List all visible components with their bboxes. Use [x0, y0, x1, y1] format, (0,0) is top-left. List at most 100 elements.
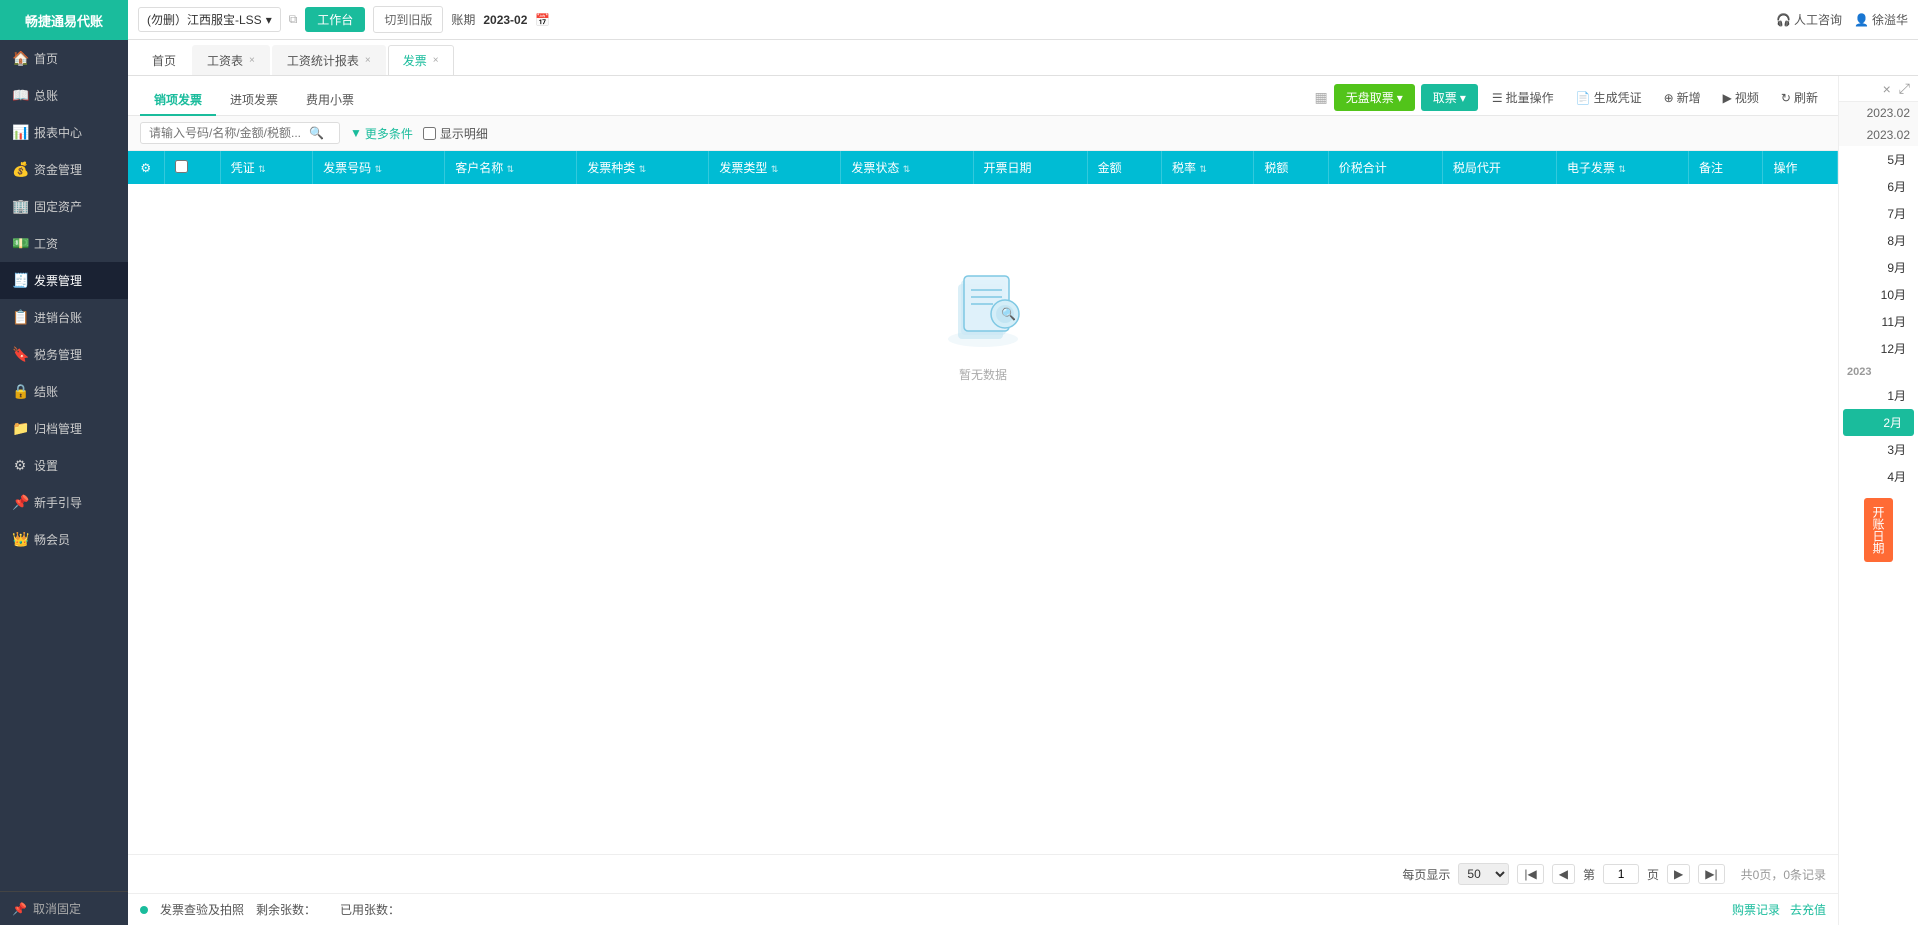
date-panel: × ⤢ 2023.02 2023.02 5月 6月 7月 8月 9月 10月 1… — [1838, 76, 1918, 925]
show-detail-checkbox-label[interactable]: 显示明细 — [423, 125, 488, 142]
panel-expand-button[interactable]: ⤢ — [1897, 80, 1912, 97]
sidebar: 畅捷通易代账 🏠 首页 📖 总账 📊 报表中心 💰 资金管理 🏢 固定资产 💵 … — [0, 0, 128, 925]
get-invoice-button[interactable]: 取票 ▾ — [1421, 84, 1478, 111]
date-month-8[interactable]: 8月 — [1839, 227, 1918, 254]
sidebar-item-reports[interactable]: 📊 报表中心 — [0, 114, 128, 151]
unpin-button[interactable]: 📌 取消固定 — [0, 892, 128, 925]
page-size-select[interactable]: 50 20 100 — [1458, 863, 1509, 885]
copy-icon[interactable]: ⧉ — [289, 12, 298, 27]
batch-ops-icon: ☰ — [1492, 91, 1503, 105]
open-period-button[interactable]: 开账日期 — [1864, 498, 1893, 562]
add-label: 新增 — [1677, 89, 1701, 106]
th-invoice-type[interactable]: 发票种类 ⇅ — [577, 151, 709, 184]
subtab-expense-receipt[interactable]: 费用小票 — [292, 85, 368, 116]
sidebar-item-invoice[interactable]: 🧾 发票管理 — [0, 262, 128, 299]
user-avatar[interactable]: 👤 徐溢华 — [1854, 11, 1908, 28]
th-invoice-status[interactable]: 发票状态 ⇅ — [841, 151, 973, 184]
th-voucher[interactable]: 凭证 ⇅ — [220, 151, 312, 184]
sort-icon: ⇅ — [258, 164, 266, 174]
sidebar-item-label: 进销台账 — [34, 309, 82, 326]
th-tax-rate[interactable]: 税率 ⇅ — [1161, 151, 1253, 184]
last-page-button[interactable]: ▶| — [1698, 864, 1724, 884]
invoice-page: 销项发票 进项发票 费用小票 ▦ 无盘取票 ▾ 取票 — [128, 76, 1838, 925]
more-conditions-button[interactable]: ▼ 更多条件 — [350, 125, 413, 142]
date-2023-month-1[interactable]: 1月 — [1839, 382, 1918, 409]
service-button[interactable]: 🎧 人工咨询 — [1776, 11, 1842, 28]
generate-voucher-label: 生成凭证 — [1594, 89, 1642, 106]
topbar-right: 🎧 人工咨询 👤 徐溢华 — [1776, 11, 1908, 28]
sidebar-item-close[interactable]: 🔒 结账 — [0, 373, 128, 410]
th-tax-amount[interactable]: 税额 — [1254, 151, 1328, 184]
batch-ops-button[interactable]: ☰ 批量操作 — [1484, 84, 1562, 111]
sidebar-item-settings[interactable]: ⚙ 设置 — [0, 447, 128, 484]
workspace-button[interactable]: 工作台 — [305, 7, 365, 32]
th-amount[interactable]: 金额 — [1087, 151, 1161, 184]
unpin-label: 取消固定 — [33, 900, 81, 917]
date-month-7[interactable]: 7月 — [1839, 200, 1918, 227]
th-invoice-category[interactable]: 发票类型 ⇅ — [709, 151, 841, 184]
company-selector[interactable]: (勿删）江西服宝-LSS ▾ — [138, 7, 281, 32]
panel-close-button[interactable]: × — [1881, 81, 1893, 97]
date-month-11[interactable]: 11月 — [1839, 308, 1918, 335]
th-checkbox[interactable] — [164, 151, 220, 184]
refresh-button[interactable]: ↻ 刷新 — [1773, 84, 1826, 111]
generate-voucher-button[interactable]: 📄 生成凭证 — [1568, 84, 1650, 111]
sidebar-item-sales[interactable]: 📋 进销台账 — [0, 299, 128, 336]
date-month-10[interactable]: 10月 — [1839, 281, 1918, 308]
sidebar-item-member[interactable]: 👑 畅会员 — [0, 521, 128, 558]
oldversion-button[interactable]: 切到旧版 — [373, 6, 443, 33]
select-all-checkbox[interactable] — [175, 160, 188, 173]
th-tax-code[interactable]: 税局代开 — [1442, 151, 1556, 184]
date-2023-month-4[interactable]: 4月 — [1839, 463, 1918, 490]
add-button[interactable]: ⊕ 新增 — [1656, 84, 1709, 111]
th-issue-date-label: 开票日期 — [984, 161, 1032, 175]
th-action[interactable]: 操作 — [1763, 151, 1838, 184]
sidebar-item-salary[interactable]: 💵 工资 — [0, 225, 128, 262]
calendar-icon[interactable]: 📅 — [535, 13, 550, 27]
page-number-input[interactable] — [1603, 864, 1639, 884]
topbar: (勿删）江西服宝-LSS ▾ ⧉ 工作台 切到旧版 账期 2023-02 📅 🎧… — [128, 0, 1918, 40]
tab-close-icon[interactable]: × — [365, 55, 371, 66]
sidebar-item-guide[interactable]: 📌 新手引导 — [0, 484, 128, 521]
th-invoice-no[interactable]: 发票号码 ⇅ — [313, 151, 445, 184]
subtab-sales-invoice[interactable]: 销项发票 — [140, 85, 216, 116]
date-month-9[interactable]: 9月 — [1839, 254, 1918, 281]
chevron-down-icon: ▾ — [266, 13, 272, 27]
date-month-5[interactable]: 5月 — [1839, 146, 1918, 173]
subtab-purchase-invoice[interactable]: 进项发票 — [216, 85, 292, 116]
date-2023-month-3[interactable]: 3月 — [1839, 436, 1918, 463]
date-month-12[interactable]: 12月 — [1839, 335, 1918, 362]
th-total[interactable]: 价税合计 — [1328, 151, 1442, 184]
purchase-record-link[interactable]: 购票记录 — [1732, 901, 1780, 918]
th-issue-date[interactable]: 开票日期 — [973, 151, 1087, 184]
sidebar-item-funds[interactable]: 💰 资金管理 — [0, 151, 128, 188]
prev-page-button[interactable]: ◀ — [1552, 864, 1575, 884]
date-month-6[interactable]: 6月 — [1839, 173, 1918, 200]
search-box[interactable]: 🔍 — [140, 122, 340, 144]
th-remark[interactable]: 备注 — [1689, 151, 1763, 184]
tab-salary-table[interactable]: 工资表 × — [192, 45, 270, 75]
first-page-button[interactable]: |◀ — [1517, 864, 1543, 884]
sidebar-item-home[interactable]: 🏠 首页 — [0, 40, 128, 77]
sidebar-item-tax[interactable]: 🔖 税务管理 — [0, 336, 128, 373]
recharge-link[interactable]: 去充值 — [1790, 901, 1826, 918]
tab-close-icon[interactable]: × — [249, 55, 255, 66]
search-input[interactable] — [149, 126, 309, 140]
tab-close-icon[interactable]: × — [433, 55, 439, 66]
th-e-invoice[interactable]: 电子发票 ⇅ — [1556, 151, 1688, 184]
th-customer[interactable]: 客户名称 ⇅ — [445, 151, 577, 184]
video-button[interactable]: ▶ 视频 — [1715, 84, 1767, 111]
sidebar-item-ledger[interactable]: 📖 总账 — [0, 77, 128, 114]
no-invoice-button[interactable]: 无盘取票 ▾ — [1334, 84, 1415, 111]
tab-salary-stats[interactable]: 工资统计报表 × — [272, 45, 386, 75]
filter-icon: ▼ — [350, 126, 362, 140]
show-detail-checkbox[interactable] — [423, 127, 436, 140]
th-settings[interactable]: ⚙ — [128, 151, 164, 184]
tab-invoice[interactable]: 发票 × — [388, 45, 454, 75]
sidebar-item-archive[interactable]: 📁 归档管理 — [0, 410, 128, 447]
sidebar-item-fixed[interactable]: 🏢 固定资产 — [0, 188, 128, 225]
date-2023-month-2[interactable]: 2月 — [1843, 409, 1914, 436]
next-page-button[interactable]: ▶ — [1667, 864, 1690, 884]
tab-home[interactable]: 首页 — [138, 46, 190, 75]
dropdown-arrow-icon: ▾ — [1460, 91, 1466, 105]
